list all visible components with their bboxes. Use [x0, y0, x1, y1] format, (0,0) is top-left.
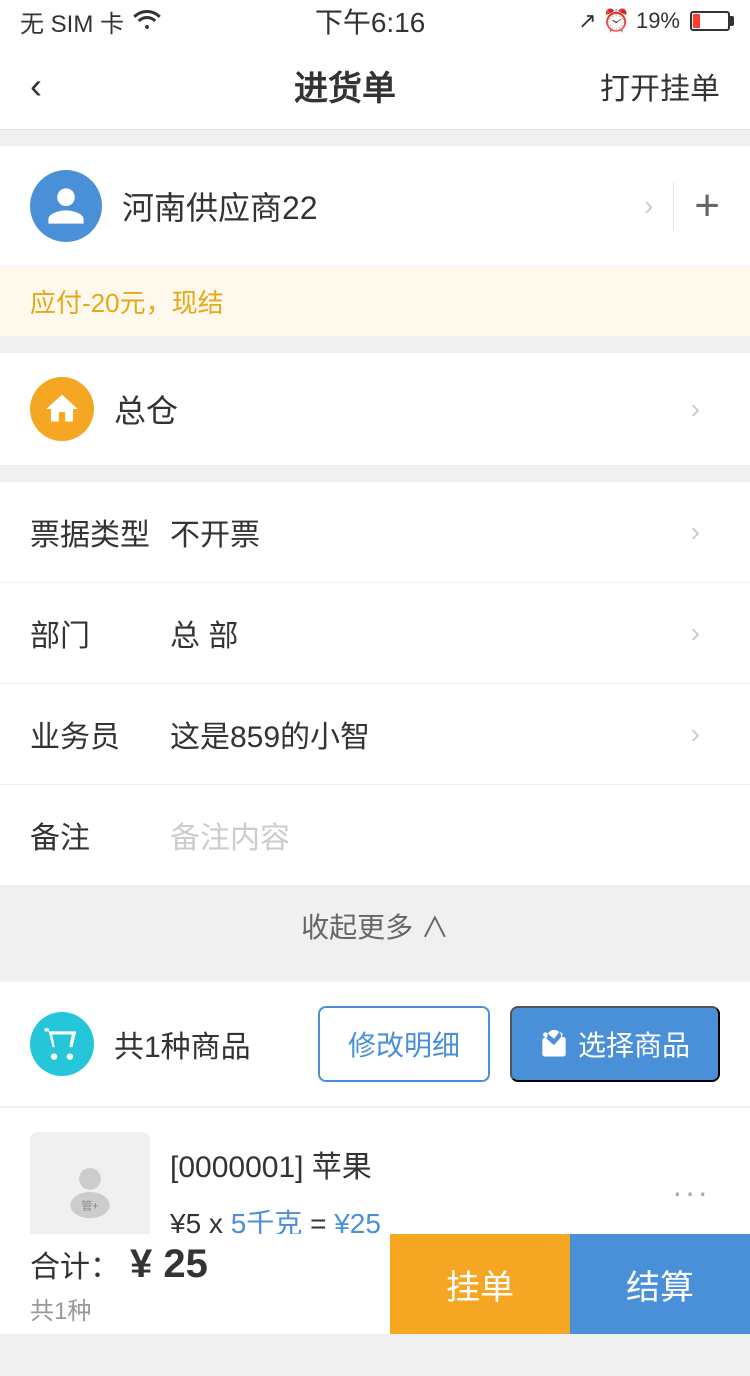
total-area: 合计： ¥ 25 共1种 — [0, 1242, 390, 1326]
wifi-icon — [132, 7, 162, 36]
back-button[interactable]: ‹ — [30, 65, 90, 107]
page-title: 进货单 — [294, 61, 396, 110]
bottom-bar: 合计： ¥ 25 共1种 挂单 结算 — [0, 1234, 750, 1334]
product-thumb-icon: 管+ — [55, 1157, 125, 1227]
invoice-value: 不开票 — [170, 510, 691, 554]
supplier-alert: 应付-20元，现结 — [0, 267, 750, 337]
product-info: [0000001] 苹果 ¥5 x 5千克 = ¥25 — [170, 1142, 642, 1242]
home-icon — [43, 390, 81, 428]
remark-placeholder: 备注内容 — [170, 813, 720, 857]
warehouse-name: 总仓 — [114, 386, 691, 432]
warehouse-row[interactable]: 总仓 › — [0, 353, 750, 466]
remark-row[interactable]: 备注 备注内容 — [0, 785, 750, 886]
open-pending-button[interactable]: 打开挂单 — [600, 64, 720, 108]
add-button[interactable]: + — [694, 184, 720, 228]
supplier-row[interactable]: 河南供应商22 › + — [0, 146, 750, 267]
status-bar: 无 SIM 卡 下午6:16 ↗ ⏰ 19% — [0, 0, 750, 42]
cart-icon — [43, 1025, 81, 1063]
invoice-label: 票据类型 — [30, 510, 150, 554]
collapse-button[interactable]: 收起更多 ∧ — [0, 886, 750, 966]
nav-bar: ‹ 进货单 打开挂单 — [0, 42, 750, 130]
warehouse-icon — [30, 377, 94, 441]
total-amount: ¥ 25 — [130, 1242, 208, 1287]
dept-label: 部门 — [30, 611, 150, 655]
checkout-button[interactable]: 结算 — [570, 1234, 750, 1334]
alarm-icon: ⏰ — [603, 8, 630, 34]
supplier-card: 河南供应商22 › + 应付-20元，现结 — [0, 146, 750, 337]
sales-value: 这是859的小智 — [170, 712, 691, 756]
warehouse-chevron-icon: › — [691, 393, 700, 425]
dept-row[interactable]: 部门 总 部 › — [0, 583, 750, 684]
total-label: 合计： — [30, 1242, 120, 1286]
select-product-icon — [540, 1030, 568, 1058]
sales-chevron-icon: › — [691, 718, 700, 750]
modify-detail-button[interactable]: 修改明细 — [318, 1006, 490, 1082]
supplier-name: 河南供应商22 — [122, 183, 644, 229]
product-count: 共1种商品 — [114, 1022, 298, 1066]
invoice-chevron-icon: › — [691, 516, 700, 548]
total-sub: 共1种 — [30, 1291, 360, 1326]
sales-row[interactable]: 业务员 这是859的小智 › — [0, 684, 750, 785]
svg-text:管+: 管+ — [81, 1199, 98, 1213]
status-right: ↗ ⏰ 19% — [578, 8, 730, 34]
dept-value: 总 部 — [170, 611, 691, 655]
supplier-chevron-icon: › — [644, 190, 653, 222]
more-options-button[interactable]: ··· — [662, 1164, 720, 1221]
content-area: 河南供应商22 › + 应付-20元，现结 总仓 › 票据类型 不开票 › 部门… — [0, 146, 750, 1376]
invoice-row[interactable]: 票据类型 不开票 › — [0, 482, 750, 583]
product-name: [0000001] 苹果 — [170, 1142, 642, 1186]
product-icon — [30, 1012, 94, 1076]
warehouse-card: 总仓 › — [0, 353, 750, 466]
sales-label: 业务员 — [30, 712, 150, 756]
select-product-button[interactable]: 选择商品 — [510, 1006, 720, 1082]
supplier-avatar — [30, 170, 102, 242]
dept-chevron-icon: › — [691, 617, 700, 649]
battery-icon — [690, 11, 730, 31]
supplier-divider — [673, 182, 674, 230]
user-icon — [44, 184, 88, 228]
product-code: [0000001] — [170, 1151, 312, 1184]
remark-label: 备注 — [30, 813, 150, 857]
pending-button[interactable]: 挂单 — [390, 1234, 570, 1334]
total-main: 合计： ¥ 25 — [30, 1242, 360, 1287]
select-product-label: 选择商品 — [578, 1024, 690, 1064]
status-time: 下午6:16 — [315, 1, 426, 41]
product-title: 苹果 — [312, 1151, 372, 1184]
form-section: 票据类型 不开票 › 部门 总 部 › 业务员 这是859的小智 › 备注 备注… — [0, 482, 750, 886]
location-icon: ↗ — [578, 8, 596, 34]
carrier-text: 无 SIM 卡 — [20, 4, 124, 39]
product-header: 共1种商品 修改明细 选择商品 — [0, 982, 750, 1106]
status-left: 无 SIM 卡 — [20, 4, 162, 39]
battery-text: 19% — [636, 8, 680, 34]
